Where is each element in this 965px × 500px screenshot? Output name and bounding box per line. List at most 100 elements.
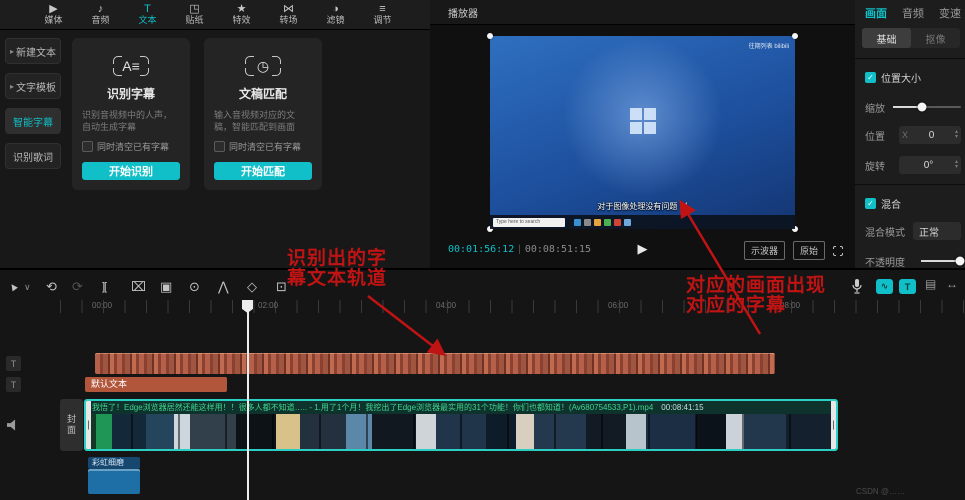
redo-icon[interactable]: ⟳ (72, 276, 83, 298)
position-row: 位置 X 0 ▴▾ (865, 126, 961, 144)
original-ratio-button[interactable]: 原始 (793, 241, 825, 260)
media-icon: ▶ (49, 4, 57, 15)
inspector-tabs: 画面 音频 变速 (865, 5, 961, 21)
timeline-ruler[interactable] (60, 300, 965, 313)
tab-picture[interactable]: 画面 (865, 5, 887, 21)
record-voiceover-icon[interactable] (851, 278, 863, 300)
select-tool-caret-icon[interactable]: ∨ (24, 276, 31, 298)
taskbar-icons (574, 219, 631, 226)
nav-sticker[interactable]: ◳贴纸 (171, 4, 218, 26)
checkbox-checked-icon[interactable]: ✓ (865, 198, 876, 209)
opacity-slider[interactable] (921, 260, 961, 262)
subtitle-cards: A≡ 识别字幕 识别音视频中的人声，自动生成字幕 同时清空已有字幕 开始识别 ◷… (72, 38, 322, 190)
track-layers-icon[interactable]: ▤ (925, 277, 936, 291)
sidebar-item-new-text[interactable]: ▸新建文本 (5, 38, 61, 64)
audio-clip[interactable] (88, 469, 140, 494)
tab-speed[interactable]: 变速 (939, 5, 961, 21)
nav-effects[interactable]: ★特效 (218, 4, 265, 26)
rotate-icon[interactable]: ◇ (247, 276, 257, 298)
playhead-line[interactable] (247, 300, 249, 500)
fullscreen-icon[interactable] (833, 246, 843, 256)
subtab-basic[interactable]: 基础 (862, 28, 911, 48)
video-editor-app: ▶媒体 ♪音频 T文本 ◳贴纸 ★特效 ⋈转场 ◑滤镜 ≡调节 ▸新建文本 ▸文… (0, 0, 965, 500)
text-sidebar: ▸新建文本 ▸文字模板 智能字幕 识别歌词 (0, 30, 66, 268)
mute-track-icon[interactable] (7, 419, 20, 431)
checkbox[interactable] (82, 141, 93, 152)
tab-audio[interactable]: 音频 (902, 5, 924, 21)
video-clip[interactable]: 我悟了！Edge浏览器居然还能这样用！！很多人都不知道….. - 1.用了1个月… (84, 399, 838, 451)
reverse-icon[interactable]: ⊙ (189, 276, 200, 298)
sidebar-item-lyrics-recognition[interactable]: 识别歌词 (5, 143, 61, 169)
smart-subtitle-tool-icon[interactable]: ∿ (876, 279, 893, 294)
filter-icon: ◑ (332, 4, 339, 15)
nav-filter[interactable]: ◑滤镜 (312, 4, 359, 26)
subtab-cutout[interactable]: 抠像 (911, 28, 960, 48)
inspector-subtabs: 基础 抠像 (862, 28, 960, 48)
subtitle-scan-icon: A≡ (113, 56, 149, 76)
default-text-clip[interactable]: 默认文本 (85, 377, 227, 392)
nav-adjust[interactable]: ≡调节 (359, 4, 406, 26)
clear-existing-checkbox-row: 同时清空已有字幕 (214, 140, 312, 153)
nav-media[interactable]: ▶媒体 (30, 4, 77, 26)
mirror-icon[interactable]: ⋀ (218, 276, 229, 298)
subtitle-text-track[interactable] (95, 353, 775, 374)
annotation-matching-subtitle: 对应的画面出现 对应的字幕 (686, 276, 826, 316)
split-icon[interactable]: ][ (102, 276, 106, 298)
channel-badge: 往期列表 bilibili (749, 41, 789, 50)
cover-button[interactable]: 封面 (60, 399, 83, 451)
windows-taskbar: Type here to search (490, 215, 795, 229)
rotation-input[interactable]: 0° ▴▾ (899, 156, 961, 174)
windows-logo (630, 108, 656, 134)
video-clip-thumbnails (86, 414, 836, 449)
blend-mode-select[interactable]: 正常 (913, 222, 961, 240)
position-x-input[interactable]: X 0 ▴▾ (899, 126, 961, 144)
card-desc: 输入音视频对应的文稿，智能匹配到画面 (214, 109, 312, 133)
text-tool-icon[interactable]: T (899, 279, 916, 294)
checkbox[interactable] (214, 141, 225, 152)
video-subtitle-overlay: 对于图像处理没有问题 制 (490, 201, 795, 212)
ruler-tick-label: 02:00 (258, 301, 278, 310)
delete-icon[interactable]: ⌧ (131, 276, 146, 298)
start-match-button[interactable]: 开始匹配 (214, 162, 312, 180)
nav-audio[interactable]: ♪音频 (77, 4, 124, 26)
undo-icon[interactable]: ⟲ (46, 276, 57, 298)
sidebar-item-text-template[interactable]: ▸文字模板 (5, 73, 61, 99)
play-button[interactable]: ▶ (638, 241, 648, 257)
oscilloscope-button[interactable]: 示波器 (744, 241, 785, 260)
nav-text[interactable]: T文本 (124, 4, 171, 26)
card-title: 识别字幕 (107, 85, 155, 102)
card-title: 文稿匹配 (239, 85, 287, 102)
selection-handle[interactable] (792, 33, 798, 39)
video-clip-titlebar: 我悟了！Edge浏览器居然还能这样用！！很多人都不知道….. - 1.用了1个月… (86, 401, 836, 414)
freeze-frame-icon[interactable]: ▣ (160, 276, 172, 298)
clip-trim-handle-right[interactable] (831, 401, 836, 449)
sidebar-item-smart-subtitle[interactable]: 智能字幕 (5, 108, 61, 134)
annotation-subtitle-track: 识别出的字 幕文本轨道 (287, 249, 387, 289)
stepper[interactable]: ▴▾ (955, 160, 958, 170)
video-clip-title: 我悟了！Edge浏览器居然还能这样用！！很多人都不知道….. - 1.用了1个月… (92, 402, 653, 413)
stepper-down-icon: ▾ (955, 135, 958, 140)
top-nav: ▶媒体 ♪音频 T文本 ◳贴纸 ★特效 ⋈转场 ◑滤镜 ≡调节 (0, 0, 430, 30)
total-time: 00:08:51:15 (525, 244, 591, 255)
selection-handle[interactable] (487, 33, 493, 39)
text-track-header-icon[interactable]: T (6, 377, 21, 392)
stepper[interactable]: ▴▾ (955, 130, 958, 140)
script-match-icon: ◷ (245, 56, 281, 76)
stepper-down-icon: ▾ (955, 165, 958, 170)
start-recognize-button[interactable]: 开始识别 (82, 162, 180, 180)
checkbox-checked-icon[interactable]: ✓ (865, 72, 876, 83)
clip-trim-handle-left[interactable] (86, 401, 91, 449)
nav-transition[interactable]: ⋈转场 (265, 4, 312, 26)
text-module-panel: ▸新建文本 ▸文字模板 智能字幕 识别歌词 A≡ 识别字幕 识别音视频中的人声，… (0, 30, 431, 268)
scale-slider[interactable] (893, 106, 961, 108)
text-track-header-icon[interactable]: T (6, 356, 21, 371)
audio-clip-label[interactable]: 彩虹细磨 (88, 457, 140, 469)
expand-icon: ▸ (10, 47, 14, 56)
timeline-zoom-fit-icon[interactable]: ↔ (946, 277, 958, 291)
video-preview[interactable]: 往期列表 bilibili 对于图像处理没有问题 制 Type here to … (490, 36, 795, 229)
ruler-tick-label: 06:00 (608, 301, 628, 310)
adjust-icon: ≡ (379, 4, 385, 15)
crop-icon[interactable]: ⊡ (276, 276, 287, 298)
ruler-tick-label: 04:00 (436, 301, 456, 310)
player-controls: 00:01:56:12 | 00:08:51:15 ▶ 示波器 原始 (430, 238, 855, 268)
